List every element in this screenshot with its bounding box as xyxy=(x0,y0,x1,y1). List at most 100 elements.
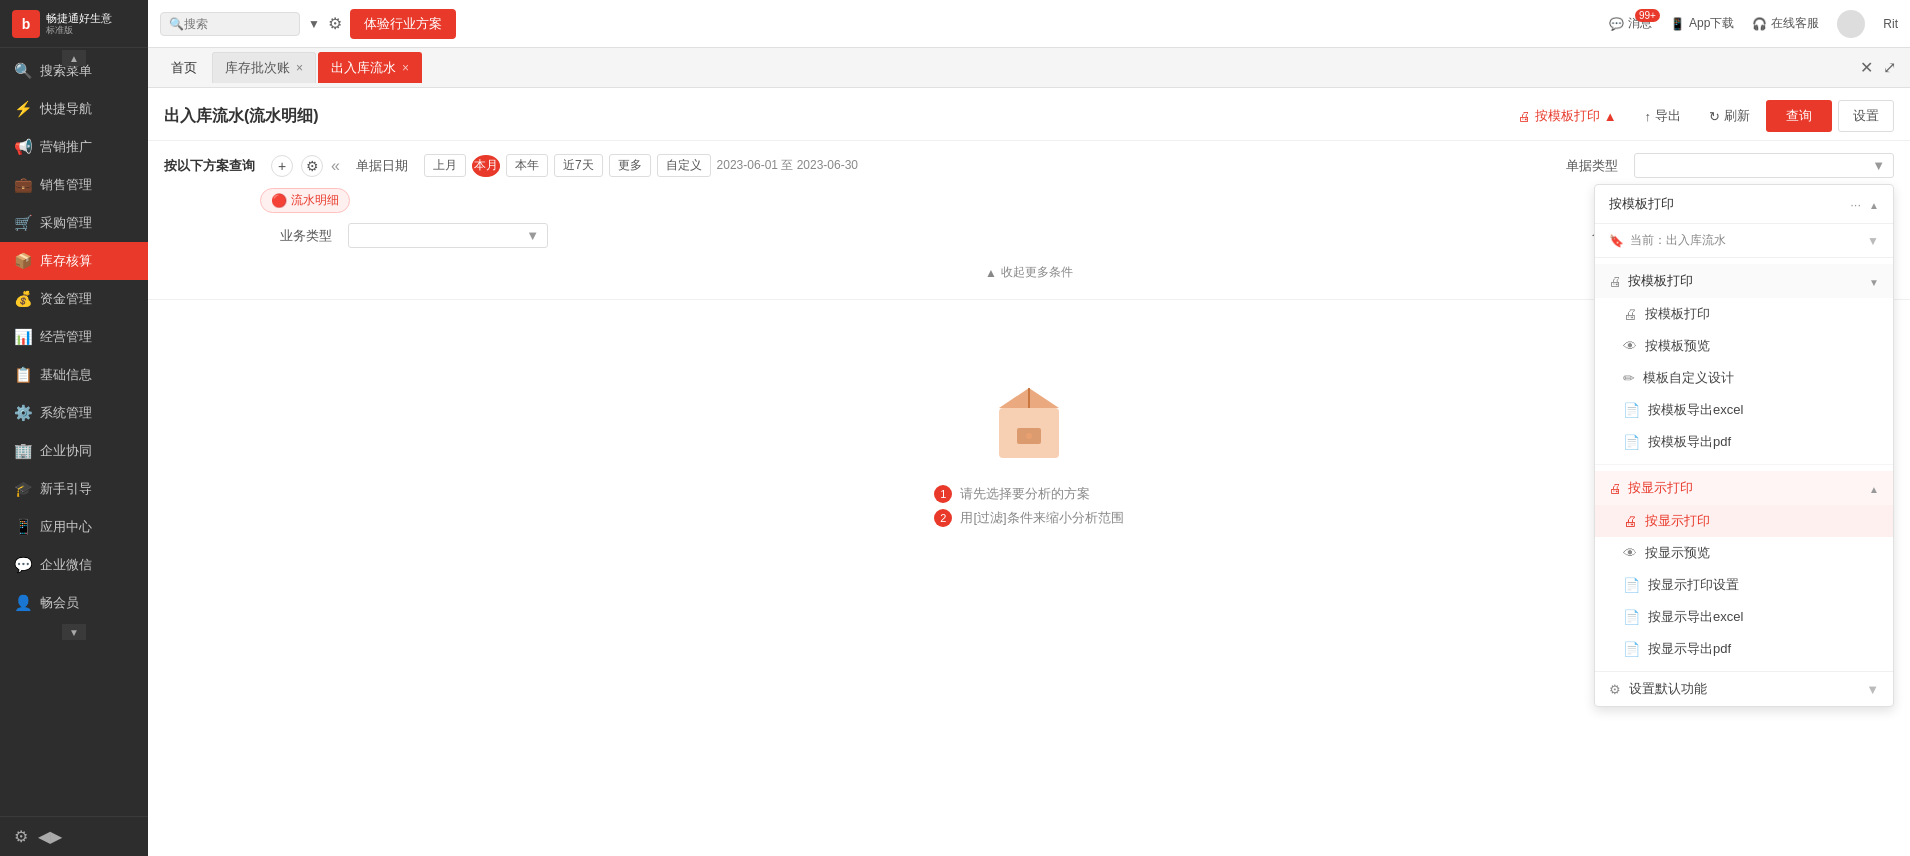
sidebar-item-label: 销售管理 xyxy=(40,176,92,194)
tab-close-inventory-batch[interactable]: × xyxy=(296,61,303,75)
sidebar-item-purchase[interactable]: 🛒 采购管理 xyxy=(0,204,148,242)
template-export-pdf-item[interactable]: 📄 按模板导出pdf xyxy=(1595,426,1893,458)
sidebar: b 畅捷通好生意 标准版 ▲ 🔍 搜索菜单 ⚡ 快捷导航 📢 营销推广 💼 销售… xyxy=(0,0,148,856)
settings-button[interactable]: 设置 xyxy=(1838,100,1894,132)
current-item-arrow: ▼ xyxy=(1867,234,1879,248)
template-print-item[interactable]: 🖨 按模板打印 xyxy=(1595,298,1893,330)
template-preview-item[interactable]: 👁 按模板预览 xyxy=(1595,330,1893,362)
display-export-pdf-item[interactable]: 📄 按显示导出pdf xyxy=(1595,633,1893,665)
search-icon: 🔍 xyxy=(169,17,184,31)
sidebar-logo: b 畅捷通好生意 标准版 xyxy=(0,0,148,48)
step-1-number: 1 xyxy=(934,485,952,503)
app-name: 畅捷通好生意 标准版 xyxy=(46,11,112,37)
display-export-excel-item[interactable]: 📄 按显示导出excel xyxy=(1595,601,1893,633)
sales-icon: 💼 xyxy=(14,176,32,194)
window-close-button[interactable]: ✕ xyxy=(1856,56,1877,79)
voucher-type-select[interactable]: ▼ xyxy=(1634,153,1894,178)
settings-arrow: ▼ xyxy=(1866,682,1879,697)
search-field[interactable]: 🔍 xyxy=(160,12,300,36)
dropdown-current-item[interactable]: 🔖 当前：出入库流水 ▼ xyxy=(1595,224,1893,258)
settings-icon[interactable]: ⚙ xyxy=(14,827,28,846)
date-this-month[interactable]: 本月 xyxy=(472,155,500,177)
dropdown-collapse-icon[interactable] xyxy=(1869,197,1879,212)
tab-close-stock-flow[interactable]: × xyxy=(402,61,409,75)
sidebar-scroll-down[interactable]: ▼ xyxy=(62,624,86,640)
sidebar-scroll-up[interactable]: ▲ xyxy=(62,50,86,66)
sidebar-item-enterprise[interactable]: 🏢 企业协同 xyxy=(0,432,148,470)
tab-home[interactable]: 首页 xyxy=(158,52,210,83)
filter-settings-button[interactable]: ⚙ xyxy=(301,155,323,177)
topbar: 🔍 ▼ ⚙ 体验行业方案 💬 消息 99+ 📱 App下载 🎧 在线客服 Rit xyxy=(148,0,1910,48)
template-section-arrow xyxy=(1869,274,1879,289)
template-custom-item[interactable]: ✏ 模板自定义设计 xyxy=(1595,362,1893,394)
sidebar-item-label: 新手引导 xyxy=(40,480,92,498)
sidebar-item-finance[interactable]: 💰 资金管理 xyxy=(0,280,148,318)
sidebar-item-member[interactable]: 👤 畅会员 xyxy=(0,584,148,622)
online-service-button[interactable]: 🎧 在线客服 xyxy=(1752,15,1819,32)
dropdown-settings-item[interactable]: ⚙ 设置默认功能 ▼ xyxy=(1595,671,1893,706)
search-input[interactable] xyxy=(184,17,291,31)
date-range-label: 2023-06-01 至 2023-06-30 xyxy=(717,157,858,174)
window-expand-button[interactable]: ⤢ xyxy=(1879,56,1900,79)
sidebar-item-inventory[interactable]: 📦 库存核算 xyxy=(0,242,148,280)
tab-inventory-batch[interactable]: 库存批次账 × xyxy=(212,52,316,83)
display-export-pdf-icon: 📄 xyxy=(1623,641,1640,657)
display-preview-item[interactable]: 👁 按显示预览 xyxy=(1595,537,1893,569)
date-custom[interactable]: 自定义 xyxy=(657,154,711,177)
message-button[interactable]: 💬 消息 99+ xyxy=(1609,15,1652,32)
date-more[interactable]: 更多 xyxy=(609,154,651,177)
refresh-button[interactable]: ↻ 刷新 xyxy=(1701,103,1758,129)
display-print-settings-item[interactable]: 📄 按显示打印设置 xyxy=(1595,569,1893,601)
sidebar-item-basic[interactable]: 📋 基础信息 xyxy=(0,356,148,394)
filter-tag-icon: 🔴 xyxy=(271,193,287,208)
sidebar-item-label: 营销推广 xyxy=(40,138,92,156)
sidebar-item-system[interactable]: ⚙️ 系统管理 xyxy=(0,394,148,432)
print-template-button[interactable]: 🖨 按模板打印 ▲ xyxy=(1510,103,1625,129)
sidebar-item-guide[interactable]: 🎓 新手引导 xyxy=(0,470,148,508)
filter-actions: + ⚙ « xyxy=(271,155,340,177)
collapse-sidebar-icon[interactable]: ◀▶ xyxy=(38,827,62,846)
template-print-header-icon: 🖨 xyxy=(1609,274,1622,289)
current-item-icon: 🔖 xyxy=(1609,234,1624,248)
app-download-button[interactable]: 📱 App下载 xyxy=(1670,15,1734,32)
sidebar-item-app-center[interactable]: 📱 应用中心 xyxy=(0,508,148,546)
quick-nav-icon: ⚡ xyxy=(14,100,32,118)
topbar-gear-icon[interactable]: ⚙ xyxy=(328,14,342,33)
date-last-month[interactable]: 上月 xyxy=(424,154,466,177)
tab-stock-flow[interactable]: 出入库流水 × xyxy=(318,52,422,83)
sidebar-item-wechat[interactable]: 💬 企业微信 xyxy=(0,546,148,584)
template-export-excel-item[interactable]: 📄 按模板导出excel xyxy=(1595,394,1893,426)
sidebar-item-quick-nav[interactable]: ⚡ 快捷导航 xyxy=(0,90,148,128)
collapse-button[interactable]: ▲ 收起更多条件 xyxy=(979,258,1079,287)
page-actions: 🖨 按模板打印 ▲ ↑ 导出 ↻ 刷新 xyxy=(1510,103,1758,129)
sidebar-item-marketing[interactable]: 📢 营销推广 xyxy=(0,128,148,166)
filter-collapse-icon[interactable]: « xyxy=(331,157,340,175)
date-last-7-days[interactable]: 近7天 xyxy=(554,154,603,177)
display-print-settings-icon: 📄 xyxy=(1623,577,1640,593)
template-print-header[interactable]: 🖨 按模板打印 xyxy=(1595,264,1893,298)
sidebar-item-sales[interactable]: 💼 销售管理 xyxy=(0,166,148,204)
voucher-type-arrow: ▼ xyxy=(1872,158,1885,173)
display-print-header[interactable]: 🖨 按显示打印 xyxy=(1595,471,1893,505)
marketing-icon: 📢 xyxy=(14,138,32,156)
display-print-item[interactable]: 🖨 按显示打印 xyxy=(1595,505,1893,537)
sidebar-item-operation[interactable]: 📊 经营管理 xyxy=(0,318,148,356)
business-type-select[interactable]: ▼ xyxy=(348,223,548,248)
dropdown-more-icon[interactable]: ··· xyxy=(1850,197,1861,212)
export-button[interactable]: ↑ 导出 xyxy=(1637,103,1690,129)
template-export-excel-icon: 📄 xyxy=(1623,402,1640,418)
user-avatar[interactable] xyxy=(1837,10,1865,38)
empty-state-icon xyxy=(979,373,1079,473)
query-button[interactable]: 查询 xyxy=(1766,100,1832,132)
display-print-header-icon: 🖨 xyxy=(1609,481,1622,496)
template-custom-icon: ✏ xyxy=(1623,370,1635,386)
filter-add-button[interactable]: + xyxy=(271,155,293,177)
trial-button[interactable]: 体验行业方案 xyxy=(350,9,456,39)
refresh-icon: ↻ xyxy=(1709,109,1720,124)
date-this-year[interactable]: 本年 xyxy=(506,154,548,177)
page-header: 出入库流水(流水明细) 🖨 按模板打印 ▲ ↑ 导出 ↻ 刷新 xyxy=(148,88,1910,141)
filter-tag-item[interactable]: 🔴 流水明细 xyxy=(260,188,350,213)
date-label: 单据日期 xyxy=(356,157,408,175)
enterprise-icon: 🏢 xyxy=(14,442,32,460)
search-dropdown-arrow[interactable]: ▼ xyxy=(308,17,320,31)
